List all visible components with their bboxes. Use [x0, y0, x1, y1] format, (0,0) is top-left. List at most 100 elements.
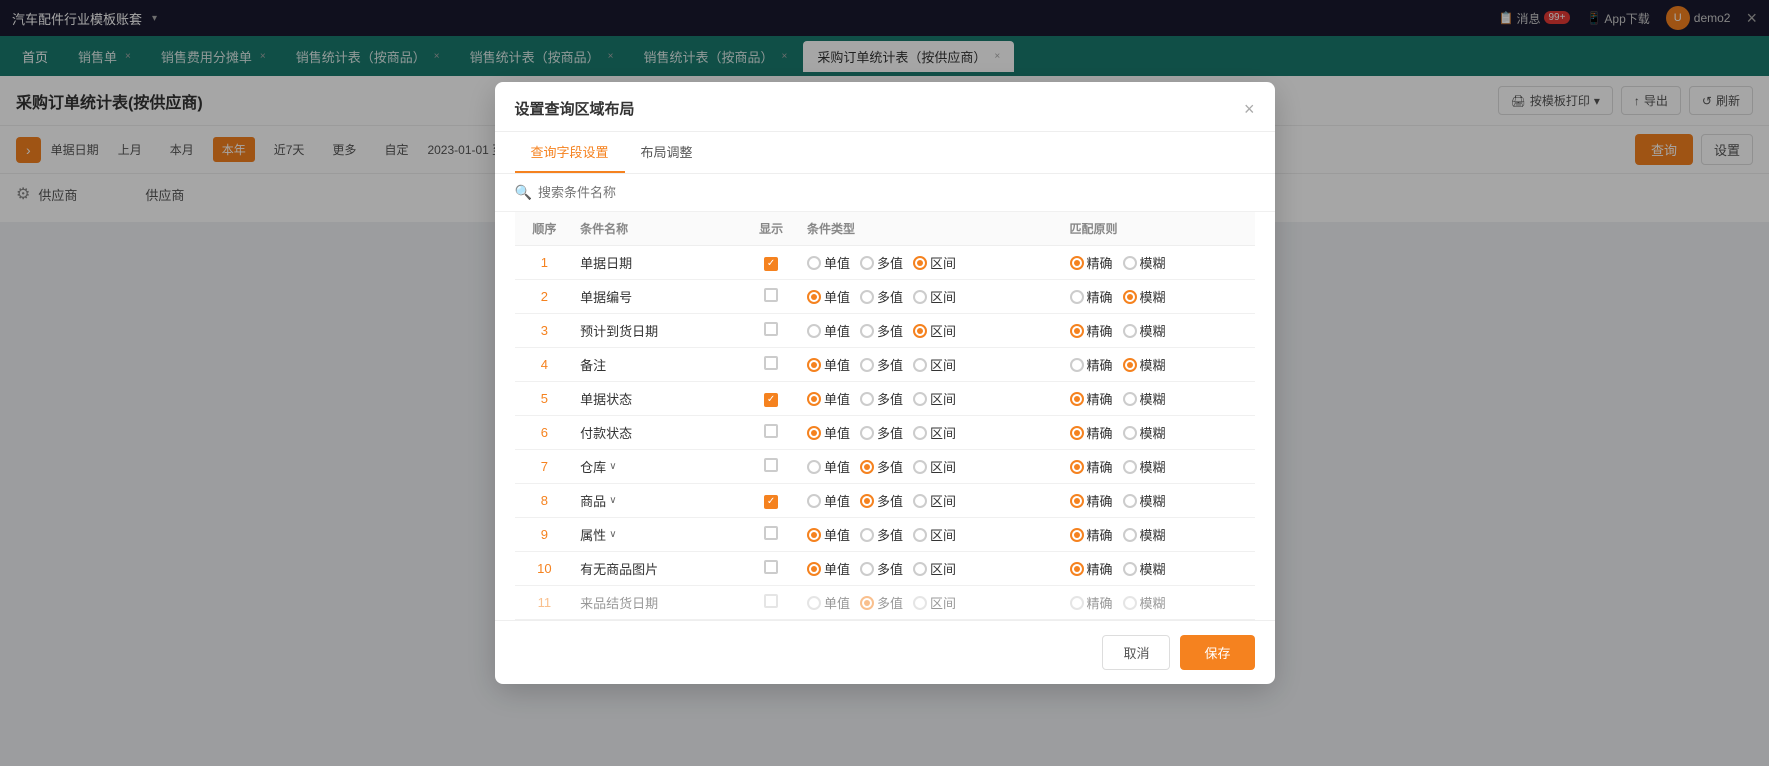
modal-close-btn[interactable]: ×	[1244, 100, 1255, 118]
match-option-精确[interactable]: 精确	[1070, 559, 1113, 578]
display-checkbox[interactable]	[764, 594, 778, 608]
row-display-checkbox[interactable]	[741, 450, 801, 484]
display-checkbox[interactable]	[764, 458, 778, 472]
match-option-精确[interactable]: 精确	[1070, 593, 1113, 612]
row-order: 6	[515, 416, 575, 450]
type-option-区间[interactable]: 区间	[913, 559, 956, 578]
match-option-精确[interactable]: 精确	[1070, 287, 1113, 306]
row-display-checkbox[interactable]: ✓	[741, 484, 801, 518]
match-option-精确[interactable]: 精确	[1070, 457, 1113, 476]
row-display-checkbox[interactable]: ✓	[741, 382, 801, 416]
tab-layout-adjust[interactable]: 布局调整	[625, 132, 709, 173]
match-option-模糊[interactable]: 模糊	[1123, 355, 1166, 374]
match-option-精确[interactable]: 精确	[1070, 525, 1113, 544]
expand-arrow[interactable]: ∨	[609, 529, 616, 540]
type-option-单值[interactable]: 单值	[807, 355, 850, 374]
match-option-精确[interactable]: 精确	[1070, 389, 1113, 408]
table-row: 10有无商品图片单值多值区间精确模糊	[515, 552, 1255, 586]
display-checkbox[interactable]	[764, 526, 778, 540]
display-checkbox[interactable]	[764, 288, 778, 302]
type-option-单值[interactable]: 单值	[807, 389, 850, 408]
radio-dot	[807, 392, 821, 406]
display-checkbox[interactable]	[764, 424, 778, 438]
type-option-区间[interactable]: 区间	[913, 457, 956, 476]
type-option-多值[interactable]: 多值	[860, 457, 903, 476]
match-option-精确[interactable]: 精确	[1070, 253, 1113, 272]
type-option-区间[interactable]: 区间	[913, 287, 956, 306]
display-checkbox[interactable]	[764, 356, 778, 370]
expand-arrow[interactable]: ∨	[609, 495, 616, 506]
type-option-区间[interactable]: 区间	[913, 355, 956, 374]
type-option-单值[interactable]: 单值	[807, 423, 850, 442]
expand-arrow[interactable]: ∨	[609, 461, 616, 472]
type-option-单值[interactable]: 单值	[807, 491, 850, 510]
type-option-多值[interactable]: 多值	[860, 287, 903, 306]
type-option-单值[interactable]: 单值	[807, 321, 850, 340]
row-type: 单值多值区间	[801, 348, 1064, 382]
match-option-模糊[interactable]: 模糊	[1123, 389, 1166, 408]
display-checkbox[interactable]: ✓	[764, 495, 778, 509]
row-name: 属性 ∨	[574, 518, 741, 552]
match-option-模糊[interactable]: 模糊	[1123, 457, 1166, 476]
type-option-多值[interactable]: 多值	[860, 423, 903, 442]
display-checkbox[interactable]	[764, 322, 778, 336]
match-option-精确[interactable]: 精确	[1070, 423, 1113, 442]
row-type: 单值多值区间	[801, 314, 1064, 348]
type-option-区间[interactable]: 区间	[913, 491, 956, 510]
type-option-单值[interactable]: 单值	[807, 559, 850, 578]
match-option-模糊[interactable]: 模糊	[1123, 321, 1166, 340]
row-display-checkbox[interactable]	[741, 314, 801, 348]
type-option-多值[interactable]: 多值	[860, 593, 903, 612]
match-option-模糊[interactable]: 模糊	[1123, 491, 1166, 510]
row-display-checkbox[interactable]	[741, 552, 801, 586]
type-option-多值[interactable]: 多值	[860, 389, 903, 408]
cancel-btn[interactable]: 取消	[1102, 635, 1170, 670]
radio-dot	[860, 358, 874, 372]
type-option-区间[interactable]: 区间	[913, 389, 956, 408]
match-option-模糊[interactable]: 模糊	[1123, 525, 1166, 544]
row-display-checkbox[interactable]	[741, 416, 801, 450]
row-match: 精确模糊	[1064, 450, 1255, 484]
type-option-单值[interactable]: 单值	[807, 593, 850, 612]
row-match: 精确模糊	[1064, 416, 1255, 450]
row-display-checkbox[interactable]	[741, 348, 801, 382]
row-display-checkbox[interactable]: ✓	[741, 246, 801, 280]
row-order: 9	[515, 518, 575, 552]
match-option-模糊[interactable]: 模糊	[1123, 253, 1166, 272]
radio-dot	[860, 460, 874, 474]
type-option-区间[interactable]: 区间	[913, 423, 956, 442]
table-row: 11来品结货日期单值多值区间精确模糊	[515, 586, 1255, 620]
match-option-精确[interactable]: 精确	[1070, 491, 1113, 510]
row-display-checkbox[interactable]	[741, 586, 801, 620]
display-checkbox[interactable]	[764, 560, 778, 574]
type-option-单值[interactable]: 单值	[807, 287, 850, 306]
match-option-模糊[interactable]: 模糊	[1123, 593, 1166, 612]
display-checkbox[interactable]: ✓	[764, 393, 778, 407]
type-option-多值[interactable]: 多值	[860, 253, 903, 272]
match-option-模糊[interactable]: 模糊	[1123, 287, 1166, 306]
type-option-多值[interactable]: 多值	[860, 491, 903, 510]
tab-query-fields[interactable]: 查询字段设置	[515, 132, 625, 173]
display-checkbox[interactable]: ✓	[764, 257, 778, 271]
save-btn[interactable]: 保存	[1180, 635, 1254, 670]
type-option-单值[interactable]: 单值	[807, 525, 850, 544]
match-option-精确[interactable]: 精确	[1070, 355, 1113, 374]
type-option-单值[interactable]: 单值	[807, 253, 850, 272]
type-option-区间[interactable]: 区间	[913, 593, 956, 612]
row-order: 1	[515, 246, 575, 280]
match-option-模糊[interactable]: 模糊	[1123, 559, 1166, 578]
radio-dot	[913, 596, 927, 610]
type-option-单值[interactable]: 单值	[807, 457, 850, 476]
type-option-多值[interactable]: 多值	[860, 355, 903, 374]
match-option-精确[interactable]: 精确	[1070, 321, 1113, 340]
type-option-多值[interactable]: 多值	[860, 525, 903, 544]
match-option-模糊[interactable]: 模糊	[1123, 423, 1166, 442]
type-option-多值[interactable]: 多值	[860, 321, 903, 340]
type-option-区间[interactable]: 区间	[913, 253, 956, 272]
row-display-checkbox[interactable]	[741, 518, 801, 552]
type-option-区间[interactable]: 区间	[913, 525, 956, 544]
type-option-区间[interactable]: 区间	[913, 321, 956, 340]
type-option-多值[interactable]: 多值	[860, 559, 903, 578]
search-input[interactable]	[538, 185, 738, 200]
row-display-checkbox[interactable]	[741, 280, 801, 314]
